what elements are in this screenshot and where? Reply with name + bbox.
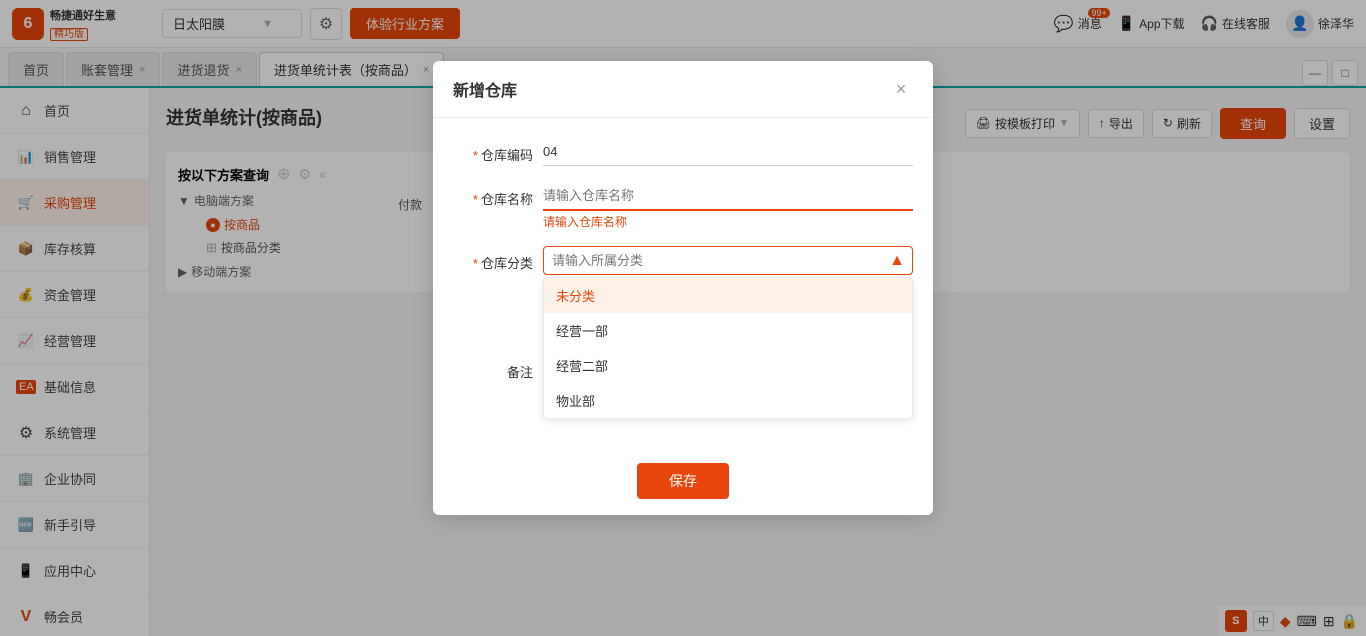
code-label: *仓库编码 (453, 138, 533, 164)
category-input-wrapper: ▲ 未分类 经营一部 经营二部 物业部 (543, 246, 913, 275)
dropdown-item-unclassified[interactable]: 未分类 (544, 278, 912, 313)
name-field-wrapper: 请输入仓库名称 (543, 182, 913, 230)
warehouse-code-row: *仓库编码 (453, 138, 913, 166)
category-input[interactable] (543, 246, 913, 275)
category-dropdown: 未分类 经营一部 经营二部 物业部 (543, 277, 913, 419)
dialog-body: *仓库编码 *仓库名称 请输入仓库名称 *仓库分类 (433, 118, 933, 451)
dialog-title: 新增仓库 (453, 77, 517, 101)
remark-label: 备注 (453, 355, 533, 381)
name-label: *仓库名称 (453, 182, 533, 208)
dialog-close-button[interactable]: × (889, 77, 913, 101)
warehouse-name-input[interactable] (543, 182, 913, 211)
dropdown-item-dept2[interactable]: 经营二部 (544, 348, 912, 383)
category-label: *仓库分类 (453, 246, 533, 272)
warehouse-category-row: *仓库分类 ▲ 未分类 经营一部 经营二部 物业部 (453, 246, 913, 275)
warehouse-code-input[interactable] (543, 138, 913, 166)
dropdown-item-dept1[interactable]: 经营一部 (544, 313, 912, 348)
modal-overlay[interactable]: 新增仓库 × *仓库编码 *仓库名称 请输入仓库名称 (0, 0, 1366, 636)
dialog-footer: 保存 (433, 451, 933, 515)
name-error-text: 请输入仓库名称 (543, 213, 913, 230)
save-button[interactable]: 保存 (637, 463, 729, 499)
dropdown-item-dept3[interactable]: 物业部 (544, 383, 912, 418)
dialog-header: 新增仓库 × (433, 61, 933, 118)
warehouse-name-row: *仓库名称 请输入仓库名称 (453, 182, 913, 230)
new-warehouse-dialog: 新增仓库 × *仓库编码 *仓库名称 请输入仓库名称 (433, 61, 933, 515)
